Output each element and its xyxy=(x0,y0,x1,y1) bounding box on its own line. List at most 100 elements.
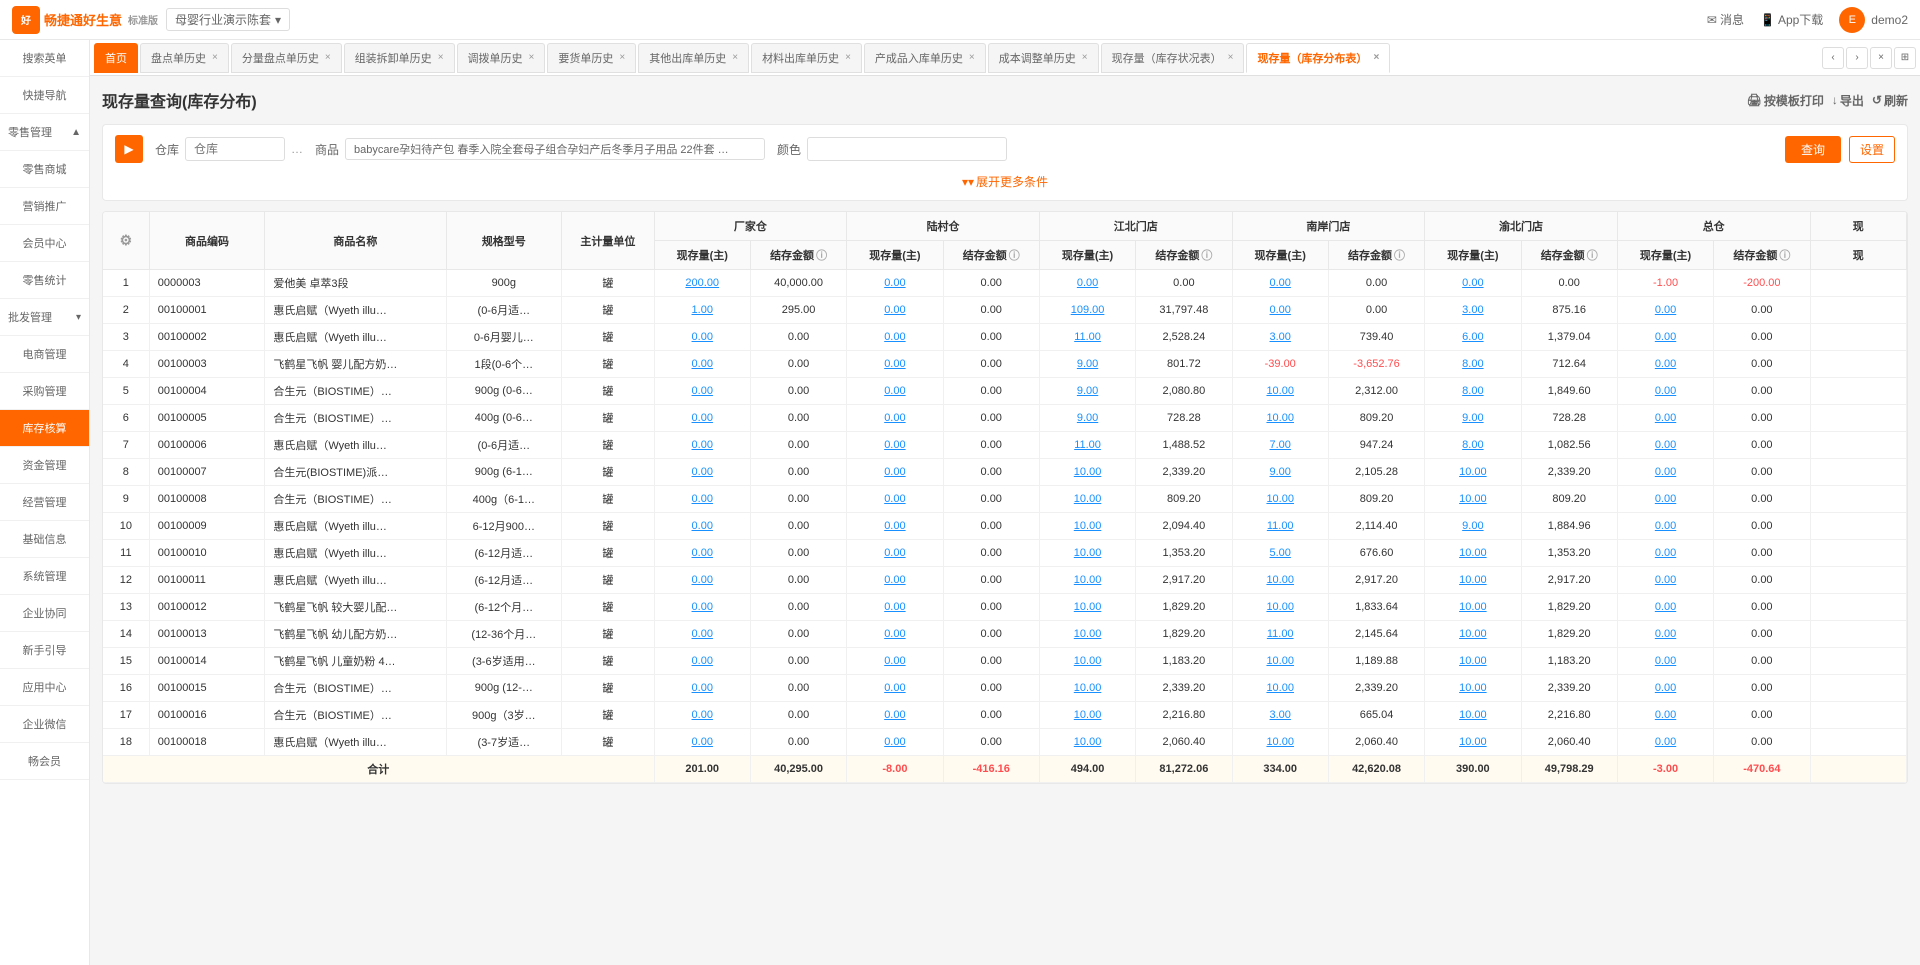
cell-jb-qty[interactable]: 9.00 xyxy=(1039,378,1135,405)
tab-requisition-close[interactable]: × xyxy=(619,52,625,63)
lc-amt-info-icon[interactable]: ⓘ xyxy=(1009,250,1020,262)
user-area[interactable]: E demo2 xyxy=(1839,7,1908,33)
message-btn[interactable]: ✉ 消息 xyxy=(1707,11,1744,28)
cell-zc-qty[interactable]: 0.00 xyxy=(1617,351,1713,378)
settings-icon[interactable]: ⚙ xyxy=(120,232,133,248)
cell-na-qty[interactable]: 10.00 xyxy=(1232,378,1328,405)
cell-lc-qty[interactable]: 0.00 xyxy=(847,297,943,324)
cell-zc-qty[interactable]: 0.00 xyxy=(1617,486,1713,513)
cell-zc-qty[interactable]: 0.00 xyxy=(1617,729,1713,756)
cell-na-qty[interactable]: 0.00 xyxy=(1232,297,1328,324)
cell-na-qty[interactable]: 10.00 xyxy=(1232,729,1328,756)
search-btn[interactable]: 查询 xyxy=(1785,136,1841,163)
tab-stock-status-close[interactable]: × xyxy=(1228,52,1234,63)
sidebar-item-wholesale[interactable]: 批发管理 ▾ xyxy=(0,299,89,336)
cell-yb-qty[interactable]: 8.00 xyxy=(1425,432,1521,459)
tab-split-stocktake[interactable]: 分量盘点单历史 × xyxy=(231,43,342,73)
cell-lc-qty[interactable]: 0.00 xyxy=(847,324,943,351)
cell-gc-qty[interactable]: 0.00 xyxy=(654,459,750,486)
cell-yb-qty[interactable]: 9.00 xyxy=(1425,513,1521,540)
cell-lc-qty[interactable]: 0.00 xyxy=(847,540,943,567)
settings-btn[interactable]: 设置 xyxy=(1849,136,1895,163)
cell-zc-qty[interactable]: 0.00 xyxy=(1617,297,1713,324)
cell-gc-qty[interactable]: 0.00 xyxy=(654,540,750,567)
gc-amt-info-icon[interactable]: ⓘ xyxy=(816,250,827,262)
cell-gc-qty[interactable]: 0.00 xyxy=(654,432,750,459)
cell-yb-qty[interactable]: 10.00 xyxy=(1425,621,1521,648)
sidebar-item-vip[interactable]: 畅会员 xyxy=(0,743,89,780)
tab-other-out[interactable]: 其他出库单历史 × xyxy=(638,43,749,73)
warehouse-input[interactable] xyxy=(185,137,285,161)
tab-stocktake[interactable]: 盘点单历史 × xyxy=(140,43,229,73)
cell-jb-qty[interactable]: 11.00 xyxy=(1039,324,1135,351)
cell-jb-qty[interactable]: 9.00 xyxy=(1039,405,1135,432)
app-download-btn[interactable]: 📱 App下载 xyxy=(1760,11,1823,28)
cell-jb-qty[interactable]: 10.00 xyxy=(1039,540,1135,567)
cell-jb-qty[interactable]: 9.00 xyxy=(1039,351,1135,378)
expand-conditions-btn[interactable]: ▾▾ 展开更多条件 xyxy=(962,173,1048,190)
cell-zc-qty[interactable]: 0.00 xyxy=(1617,405,1713,432)
sidebar-item-member[interactable]: 会员中心 xyxy=(0,225,89,262)
yb-amt-info-icon[interactable]: ⓘ xyxy=(1587,250,1598,262)
cell-yb-qty[interactable]: 10.00 xyxy=(1425,594,1521,621)
tab-assemble[interactable]: 组装拆卸单历史 × xyxy=(344,43,455,73)
jb-amt-info-icon[interactable]: ⓘ xyxy=(1201,250,1212,262)
cell-lc-qty[interactable]: 0.00 xyxy=(847,486,943,513)
cell-jb-qty[interactable]: 10.00 xyxy=(1039,486,1135,513)
tab-transfer[interactable]: 调拨单历史 × xyxy=(457,43,546,73)
tab-stock-dist[interactable]: 现存量（库存分布表） × xyxy=(1246,43,1390,73)
refresh-btn[interactable]: ↺ 刷新 xyxy=(1872,92,1908,109)
cell-na-qty[interactable]: 0.00 xyxy=(1232,270,1328,297)
tab-stock-status[interactable]: 现存量（库存状况表） × xyxy=(1101,43,1245,73)
cell-na-qty[interactable]: 10.00 xyxy=(1232,486,1328,513)
cell-jb-qty[interactable]: 11.00 xyxy=(1039,432,1135,459)
cell-lc-qty[interactable]: 0.00 xyxy=(847,378,943,405)
sidebar-item-operations[interactable]: 经营管理 xyxy=(0,484,89,521)
cell-lc-qty[interactable]: 0.00 xyxy=(847,648,943,675)
cell-zc-qty[interactable]: 0.00 xyxy=(1617,432,1713,459)
cell-zc-qty[interactable]: 0.00 xyxy=(1617,648,1713,675)
print-btn[interactable]: 🖨 按模板打印 xyxy=(1747,92,1824,109)
tab-next-btn[interactable]: › xyxy=(1846,47,1868,69)
cell-yb-qty[interactable]: 10.00 xyxy=(1425,675,1521,702)
cell-lc-qty[interactable]: 0.00 xyxy=(847,675,943,702)
cell-na-qty[interactable]: 5.00 xyxy=(1232,540,1328,567)
cell-yb-qty[interactable]: 6.00 xyxy=(1425,324,1521,351)
tab-cost-adjust[interactable]: 成本调整单历史 × xyxy=(988,43,1099,73)
cell-yb-qty[interactable]: 10.00 xyxy=(1425,729,1521,756)
sidebar-item-collab[interactable]: 企业协同 xyxy=(0,595,89,632)
cell-yb-qty[interactable]: 10.00 xyxy=(1425,702,1521,729)
tab-finished-in[interactable]: 产成品入库单历史 × xyxy=(864,43,986,73)
cell-na-qty[interactable]: 7.00 xyxy=(1232,432,1328,459)
cell-gc-qty[interactable]: 0.00 xyxy=(654,648,750,675)
cell-gc-qty[interactable]: 0.00 xyxy=(654,702,750,729)
cell-gc-qty[interactable]: 0.00 xyxy=(654,513,750,540)
filter-expand-icon[interactable]: ▶ xyxy=(115,135,143,163)
warehouse-more-btn[interactable]: … xyxy=(291,142,303,156)
sidebar-item-ecommerce[interactable]: 电商管理 xyxy=(0,336,89,373)
cell-na-qty[interactable]: 10.00 xyxy=(1232,405,1328,432)
cell-gc-qty[interactable]: 0.00 xyxy=(654,675,750,702)
tab-cost-adjust-close[interactable]: × xyxy=(1082,52,1088,63)
sidebar-item-wechat[interactable]: 企业微信 xyxy=(0,706,89,743)
cell-gc-qty[interactable]: 0.00 xyxy=(654,405,750,432)
color-input[interactable] xyxy=(807,137,1007,161)
cell-yb-qty[interactable]: 8.00 xyxy=(1425,378,1521,405)
tab-requisition[interactable]: 要货单历史 × xyxy=(547,43,636,73)
cell-yb-qty[interactable]: 10.00 xyxy=(1425,567,1521,594)
cell-gc-qty[interactable]: 0.00 xyxy=(654,594,750,621)
cell-lc-qty[interactable]: 0.00 xyxy=(847,594,943,621)
cell-lc-qty[interactable]: 0.00 xyxy=(847,513,943,540)
cell-jb-qty[interactable]: 10.00 xyxy=(1039,729,1135,756)
cell-yb-qty[interactable]: 3.00 xyxy=(1425,297,1521,324)
sidebar-item-retail-stats[interactable]: 零售统计 xyxy=(0,262,89,299)
cell-yb-qty[interactable]: 10.00 xyxy=(1425,459,1521,486)
cell-lc-qty[interactable]: 0.00 xyxy=(847,351,943,378)
cell-jb-qty[interactable]: 10.00 xyxy=(1039,459,1135,486)
cell-gc-qty[interactable]: 200.00 xyxy=(654,270,750,297)
sidebar-item-search[interactable]: 搜索英单 xyxy=(0,40,89,77)
tab-finished-in-close[interactable]: × xyxy=(969,52,975,63)
cell-gc-qty[interactable]: 0.00 xyxy=(654,324,750,351)
cell-yb-qty[interactable]: 9.00 xyxy=(1425,405,1521,432)
cell-zc-qty[interactable]: 0.00 xyxy=(1617,594,1713,621)
